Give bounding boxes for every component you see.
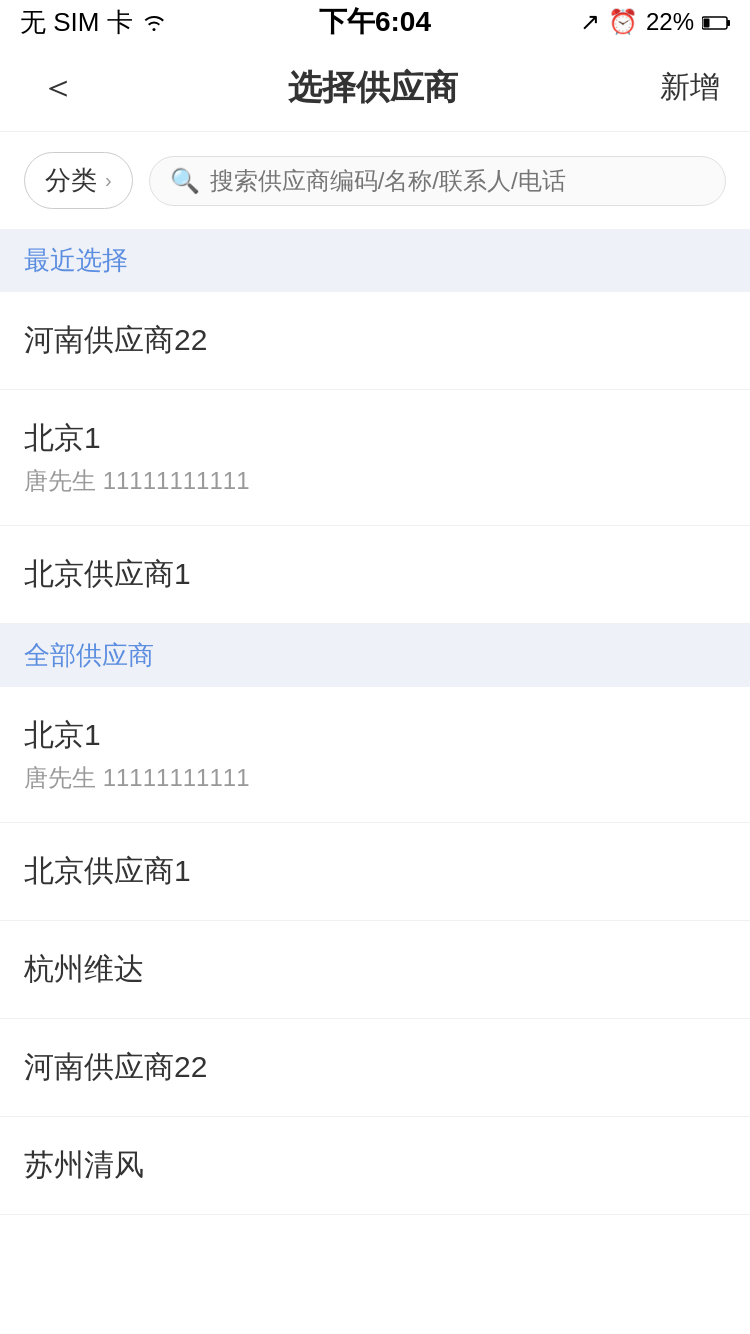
list-item[interactable]: 北京1 唐先生 11111111111	[0, 390, 750, 526]
category-label: 分类	[45, 163, 97, 198]
status-time: 下午6:04	[319, 3, 431, 41]
back-button[interactable]: ＜	[30, 53, 86, 122]
item-name: 河南供应商22	[24, 1047, 726, 1088]
list-item[interactable]: 北京供应商1	[0, 823, 750, 921]
status-left: 无 SIM 卡	[20, 5, 165, 40]
chevron-right-icon: ›	[105, 169, 112, 192]
svg-rect-1	[727, 20, 730, 26]
search-box[interactable]: 🔍	[149, 156, 726, 206]
item-name: 北京1	[24, 418, 726, 459]
filter-row: 分类 › 🔍	[0, 132, 750, 229]
item-name: 苏州清风	[24, 1145, 726, 1186]
recent-items-list: 河南供应商22 北京1 唐先生 11111111111 北京供应商1	[0, 292, 750, 624]
list-item[interactable]: 北京供应商1	[0, 526, 750, 624]
item-name: 北京供应商1	[24, 554, 726, 595]
status-right: ↗ ⏰ 22%	[580, 8, 730, 36]
item-name: 北京1	[24, 715, 726, 756]
list-item[interactable]: 河南供应商22	[0, 292, 750, 390]
location-icon: ↗	[580, 8, 600, 36]
recent-section-header: 最近选择	[0, 229, 750, 292]
svg-rect-2	[704, 19, 710, 28]
list-item[interactable]: 杭州维达	[0, 921, 750, 1019]
item-sub: 唐先生 11111111111	[24, 762, 726, 794]
status-bar: 无 SIM 卡 下午6:04 ↗ ⏰ 22%	[0, 0, 750, 44]
nav-bar: ＜ 选择供应商 新增	[0, 44, 750, 132]
alarm-icon: ⏰	[608, 8, 638, 36]
item-name: 河南供应商22	[24, 320, 726, 361]
all-items-list: 北京1 唐先生 11111111111 北京供应商1 杭州维达 河南供应商22 …	[0, 687, 750, 1215]
battery-text: 22%	[646, 8, 694, 36]
all-section-header: 全部供应商	[0, 624, 750, 687]
wifi-icon	[143, 7, 165, 38]
new-button[interactable]: 新增	[660, 67, 720, 108]
list-item[interactable]: 河南供应商22	[0, 1019, 750, 1117]
item-name: 北京供应商1	[24, 851, 726, 892]
no-sim-text: 无 SIM 卡	[20, 5, 133, 40]
recent-section-label: 最近选择	[24, 245, 128, 275]
item-name: 杭州维达	[24, 949, 726, 990]
battery-icon	[702, 8, 730, 36]
search-input[interactable]	[210, 167, 705, 195]
item-sub: 唐先生 11111111111	[24, 465, 726, 497]
search-icon: 🔍	[170, 167, 200, 195]
page-title: 选择供应商	[288, 65, 458, 111]
all-section-label: 全部供应商	[24, 640, 154, 670]
list-item[interactable]: 北京1 唐先生 11111111111	[0, 687, 750, 823]
list-item[interactable]: 苏州清风	[0, 1117, 750, 1215]
category-button[interactable]: 分类 ›	[24, 152, 133, 209]
